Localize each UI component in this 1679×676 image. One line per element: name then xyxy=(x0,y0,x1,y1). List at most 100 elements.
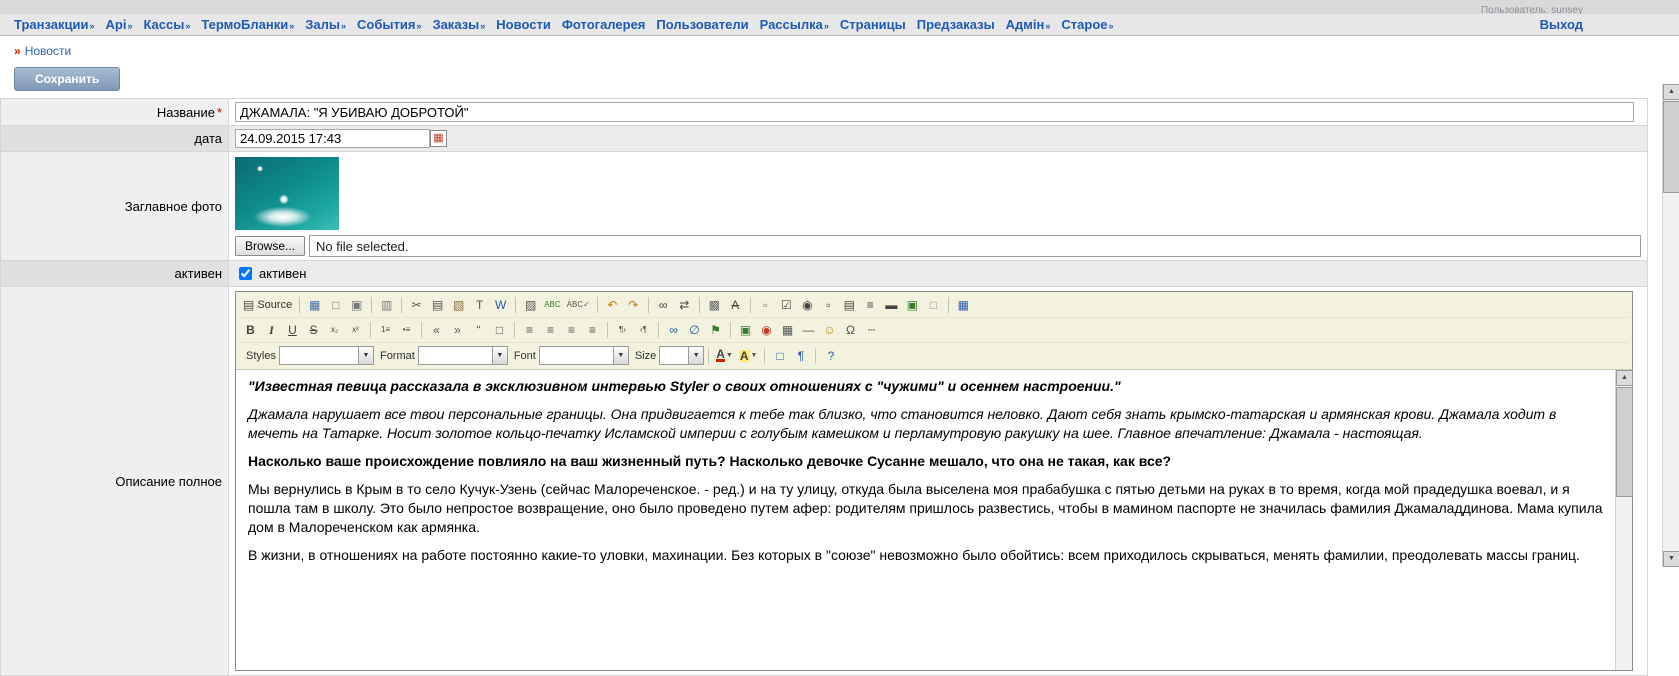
redo-icon[interactable]: ↷ xyxy=(624,296,643,315)
save-button[interactable]: Сохранить xyxy=(14,67,121,91)
button-icon[interactable]: ▬ xyxy=(882,296,901,315)
underline-icon[interactable]: U xyxy=(283,321,302,340)
new-page-icon[interactable]: □ xyxy=(326,296,345,315)
smiley-icon[interactable]: ☺ xyxy=(820,321,839,340)
numbered-list-icon[interactable]: 1≡ xyxy=(376,321,395,340)
styles-combo[interactable]: ▼ xyxy=(278,346,374,365)
bold-icon[interactable]: B xyxy=(241,321,260,340)
image-button-icon[interactable]: ▣ xyxy=(903,296,922,315)
image-icon[interactable]: ▣ xyxy=(736,321,755,340)
nav-item-8[interactable]: Новости xyxy=(496,17,551,32)
table-icon[interactable]: ▦ xyxy=(778,321,797,340)
show-blocks-icon[interactable]: ¶ xyxy=(791,346,810,365)
iframe-icon[interactable]: ▦ xyxy=(954,296,973,315)
editor-scroll-up-icon[interactable]: ▲ xyxy=(1616,370,1633,386)
align-left-icon[interactable]: ≡ xyxy=(520,321,539,340)
nav-item-5[interactable]: Залы» xyxy=(305,17,346,32)
nav-item-2[interactable]: Api» xyxy=(106,17,133,32)
strikethrough-icon[interactable]: S xyxy=(304,321,323,340)
find-icon[interactable]: ∞ xyxy=(654,296,673,315)
print-icon[interactable]: ▨ xyxy=(521,296,540,315)
indent-icon[interactable]: » xyxy=(448,321,467,340)
bg-color-icon[interactable]: A ▼ xyxy=(737,346,760,365)
file-status-box[interactable]: No file selected. xyxy=(309,235,1641,257)
italic-icon[interactable]: I xyxy=(262,321,281,340)
paste-icon[interactable]: ▧ xyxy=(449,296,468,315)
outdent-icon[interactable]: « xyxy=(427,321,446,340)
active-checkbox[interactable] xyxy=(239,267,252,280)
nav-item-10[interactable]: Пользователи xyxy=(656,17,748,32)
page-scroll-thumb[interactable] xyxy=(1663,101,1679,193)
page-scroll-up-icon[interactable]: ▲ xyxy=(1663,84,1679,100)
copy-icon[interactable]: ▤ xyxy=(428,296,447,315)
page-break-icon[interactable]: ┄ xyxy=(862,321,881,340)
textarea-icon[interactable]: ▤ xyxy=(840,296,859,315)
nav-item-13[interactable]: Предзаказы xyxy=(917,17,995,32)
editor-scrollbar[interactable]: ▲ xyxy=(1615,370,1633,670)
nav-item-3[interactable]: Кассы» xyxy=(143,17,190,32)
size-combo-value xyxy=(660,347,688,364)
breadcrumb-news-link[interactable]: Новости xyxy=(25,44,71,58)
remove-format-icon[interactable]: A xyxy=(726,296,745,315)
bidi-ltr-icon[interactable]: ¶› xyxy=(613,321,632,340)
calendar-icon[interactable]: ▦ xyxy=(430,130,447,147)
hidden-field-icon[interactable]: □ xyxy=(924,296,943,315)
paste-text-icon[interactable]: T xyxy=(470,296,489,315)
scayt-icon[interactable]: ABC✓ xyxy=(565,296,592,315)
horizontal-rule-icon[interactable]: ― xyxy=(799,321,818,340)
size-combo[interactable]: ▼ xyxy=(659,346,705,365)
cut-icon[interactable]: ✂ xyxy=(407,296,426,315)
editor-scroll-thumb[interactable] xyxy=(1616,387,1633,497)
nav-item-9[interactable]: Фотогалерея xyxy=(562,17,646,32)
nav-item-15[interactable]: Старое» xyxy=(1061,17,1113,32)
undo-icon[interactable]: ↶ xyxy=(603,296,622,315)
superscript-icon[interactable]: x² xyxy=(346,321,365,340)
font-combo[interactable]: ▼ xyxy=(538,346,629,365)
editor-content[interactable]: "Известная певица рассказала в эксклюзив… xyxy=(236,370,1615,670)
bulleted-list-icon[interactable]: •≡ xyxy=(397,321,416,340)
subscript-icon[interactable]: x₂ xyxy=(325,321,344,340)
replace-icon[interactable]: ⇄ xyxy=(675,296,694,315)
nav-item-12[interactable]: Страницы xyxy=(840,17,906,32)
nav-item-11[interactable]: Рассылка» xyxy=(760,17,829,32)
save-icon[interactable]: ▦ xyxy=(305,296,324,315)
title-input[interactable] xyxy=(235,102,1634,122)
nav-item-14[interactable]: Адмін» xyxy=(1006,17,1051,32)
nav-item-4[interactable]: ТермоБланки» xyxy=(201,17,294,32)
date-input[interactable] xyxy=(235,129,430,148)
radio-icon[interactable]: ◉ xyxy=(798,296,817,315)
format-combo[interactable]: ▼ xyxy=(417,346,508,365)
browse-button[interactable]: Browse... xyxy=(235,236,306,256)
justify-icon[interactable]: ≡ xyxy=(583,321,602,340)
preview-icon[interactable]: ▣ xyxy=(347,296,366,315)
nav-item-6[interactable]: События» xyxy=(357,17,421,32)
div-icon[interactable]: □ xyxy=(490,321,509,340)
link-icon[interactable]: ∞ xyxy=(664,321,683,340)
text-field-icon[interactable]: ▫ xyxy=(819,296,838,315)
page-scrollbar[interactable]: ▲ ▼ xyxy=(1662,84,1679,567)
maximize-icon[interactable]: □ xyxy=(770,346,789,365)
special-char-icon[interactable]: Ω xyxy=(841,321,860,340)
align-center-icon[interactable]: ≡ xyxy=(541,321,560,340)
paste-word-icon[interactable]: W xyxy=(491,296,510,315)
logout-link[interactable]: Выход xyxy=(1540,17,1583,32)
source-button[interactable]: ▤ Source xyxy=(241,296,294,315)
nav-item-7[interactable]: Заказы» xyxy=(432,17,485,32)
align-right-icon[interactable]: ≡ xyxy=(562,321,581,340)
about-icon[interactable]: ? xyxy=(821,346,840,365)
form-icon[interactable]: ▫ xyxy=(756,296,775,315)
templates-icon[interactable]: ▥ xyxy=(377,296,396,315)
spellcheck-icon[interactable]: ABC xyxy=(542,296,562,315)
select-all-icon[interactable]: ▩ xyxy=(705,296,724,315)
select-field-icon[interactable]: ≡ xyxy=(861,296,880,315)
checkbox-icon[interactable]: ☑ xyxy=(777,296,796,315)
anchor-icon[interactable]: ⚑ xyxy=(706,321,725,340)
nav-item-1[interactable]: Транзакции» xyxy=(14,17,95,32)
page-scroll-down-icon[interactable]: ▼ xyxy=(1663,551,1679,567)
blockquote-icon[interactable]: “ xyxy=(469,321,488,340)
flash-icon[interactable]: ◉ xyxy=(757,321,776,340)
unlink-icon[interactable]: ∅ xyxy=(685,321,704,340)
action-bar: Сохранить xyxy=(0,60,1679,98)
text-color-icon[interactable]: A ▼ xyxy=(714,346,735,365)
bidi-rtl-icon[interactable]: ‹¶ xyxy=(634,321,653,340)
